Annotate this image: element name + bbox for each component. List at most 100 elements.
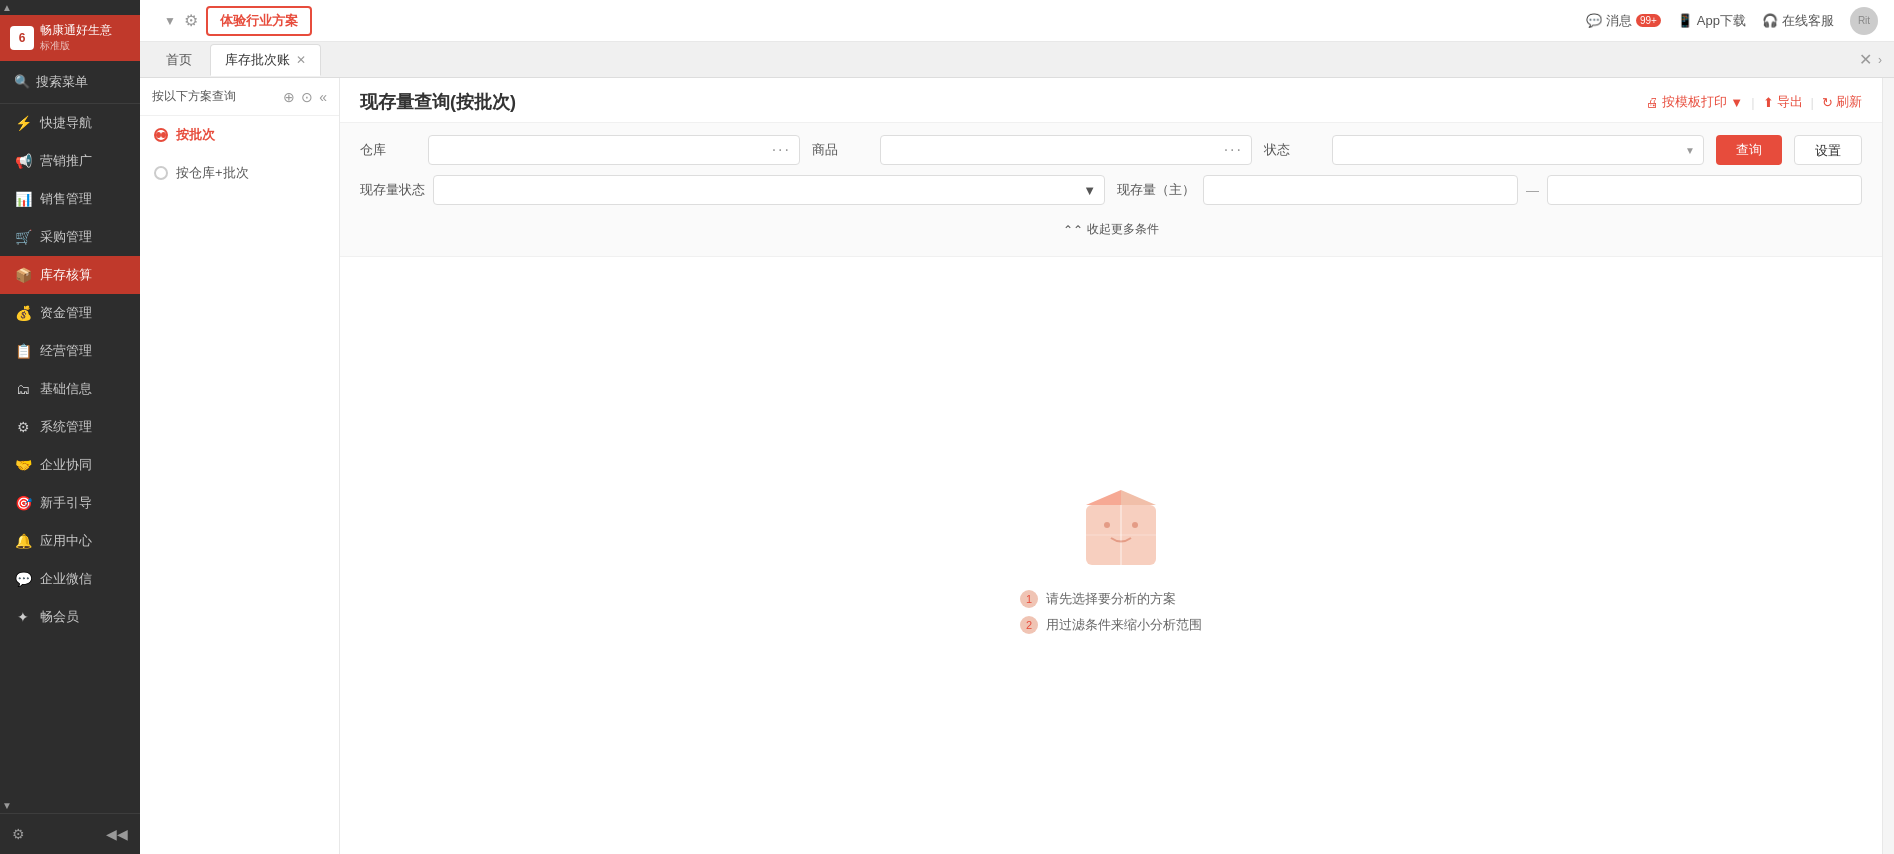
- sidebar-item-企业微信[interactable]: 💬企业微信: [0, 560, 140, 598]
- filter-collapse-button[interactable]: «: [319, 89, 327, 105]
- nav-label-12: 企业微信: [40, 570, 92, 588]
- app-name: 畅康通好生意: [40, 23, 112, 39]
- hint-number-1: 1: [1020, 590, 1038, 608]
- nav-icon-4: 📦: [14, 267, 32, 283]
- sidebar-item-企业协同[interactable]: 🤝 企业协同: [0, 446, 140, 484]
- sidebar-item-库存核算[interactable]: 📦库存核算: [0, 256, 140, 294]
- query-button[interactable]: 查询: [1716, 135, 1782, 165]
- search-menu-button[interactable]: 🔍 搜索菜单: [8, 69, 132, 95]
- sidebar-scroll-up[interactable]: ▲: [0, 0, 140, 15]
- add-filter-button[interactable]: ⊕: [283, 89, 295, 105]
- filter-panel: 按以下方案查询 ⊕ ⊙ « 按批次 按仓库+批次: [140, 78, 340, 854]
- inventory-qty-end[interactable]: [1547, 175, 1862, 205]
- form-row-2: 现存量状态 ▼ 现存量（主） —: [360, 175, 1862, 205]
- online-service-action[interactable]: 🎧 在线客服: [1762, 12, 1834, 30]
- nav-label-1: 营销推广: [40, 152, 92, 170]
- settings-action-button[interactable]: 设置: [1794, 135, 1862, 165]
- warehouse-field: 仓库 ···: [360, 135, 800, 165]
- refresh-icon: ↻: [1822, 95, 1833, 110]
- sidebar-search-section: 🔍 搜索菜单: [0, 61, 140, 104]
- close-panel-button[interactable]: ✕: [1859, 50, 1872, 69]
- goods-more-icon: ···: [1224, 141, 1243, 159]
- inventory-status-label: 现存量状态: [360, 181, 425, 199]
- filter-settings-button[interactable]: ⊙: [301, 89, 313, 105]
- topbar-gear-button[interactable]: ⚙: [184, 11, 198, 30]
- export-button[interactable]: ⬆ 导出: [1763, 93, 1803, 111]
- inventory-qty-start[interactable]: [1203, 175, 1518, 205]
- goods-label: 商品: [812, 141, 872, 159]
- goods-field: 商品 ···: [812, 135, 1252, 165]
- filter-panel-title: 按以下方案查询: [152, 88, 236, 105]
- tab-home[interactable]: 首页: [152, 45, 206, 75]
- sidebar-item-应用中心[interactable]: 🔔应用中心: [0, 522, 140, 560]
- nav-icon-2: 📊: [14, 191, 32, 207]
- warehouse-input[interactable]: ···: [428, 135, 800, 165]
- empty-svg: [1061, 470, 1181, 580]
- svg-point-6: [1132, 522, 1138, 528]
- svg-marker-1: [1086, 490, 1121, 505]
- print-dropdown-icon: ▼: [1730, 95, 1743, 110]
- filter-item-0[interactable]: 按批次: [140, 116, 339, 154]
- title-actions: 🖨 按模板打印 ▼ | ⬆ 导出 | ↻ 刷新: [1646, 93, 1862, 111]
- sidebar-item-基础信息[interactable]: 🗂基础信息: [0, 370, 140, 408]
- filter-item-1[interactable]: 按仓库+批次: [140, 154, 339, 192]
- divider-2: |: [1811, 95, 1814, 110]
- sidebar-scroll-down[interactable]: ▼: [0, 798, 140, 813]
- goods-input[interactable]: ···: [880, 135, 1252, 165]
- filter-item-label-1: 按仓库+批次: [176, 164, 249, 182]
- nav-label-13: 畅会员: [40, 608, 79, 626]
- sidebar-item-畅会员[interactable]: ✦畅会员: [0, 598, 140, 636]
- nav-label-2: 销售管理: [40, 190, 92, 208]
- topbar-left: ▼ ⚙ 体验行业方案: [156, 6, 1576, 36]
- sidebar-settings-button[interactable]: ⚙: [8, 822, 29, 846]
- inventory-status-field: 现存量状态 ▼: [360, 175, 1105, 205]
- main-content: 现存量查询(按批次) 🖨 按模板打印 ▼ | ⬆ 导出 | ↻: [340, 78, 1882, 854]
- sidebar-item-销售管理[interactable]: 📊 销售管理: [0, 180, 140, 218]
- messages-action[interactable]: 💬 消息 99+: [1586, 12, 1661, 30]
- topbar-dropdown-button[interactable]: ▼: [164, 14, 176, 28]
- svg-point-5: [1104, 522, 1110, 528]
- nav-icon-7: 🗂: [14, 381, 32, 397]
- user-avatar-action[interactable]: Rit: [1850, 7, 1878, 35]
- hint-text-2: 用过滤条件来缩小分析范围: [1046, 616, 1202, 634]
- right-scrollbar-panel: [1882, 78, 1894, 854]
- sidebar-item-资金管理[interactable]: 💰资金管理: [0, 294, 140, 332]
- warehouse-label: 仓库: [360, 141, 420, 159]
- collapse-more-button[interactable]: ⌃⌃ 收起更多条件: [360, 215, 1862, 244]
- content-area: 按以下方案查询 ⊕ ⊙ « 按批次 按仓库+批次 现存量查询(按批次): [140, 78, 1894, 854]
- radio-icon-1: [154, 166, 168, 180]
- sidebar-item-营销推广[interactable]: 📢营销推广: [0, 142, 140, 180]
- inventory-status-select[interactable]: ▼: [433, 175, 1105, 205]
- inventory-status-dropdown-icon: ▼: [1083, 183, 1096, 198]
- sidebar-item-经营管理[interactable]: 📋经营管理: [0, 332, 140, 370]
- printer-icon: 🖨: [1646, 95, 1659, 110]
- status-dropdown-icon: ▼: [1685, 145, 1695, 156]
- nav-icon-9: 🤝: [14, 457, 32, 473]
- sidebar-collapse-button[interactable]: ◀◀: [102, 822, 132, 846]
- search-menu-label: 搜索菜单: [36, 73, 88, 91]
- refresh-button[interactable]: ↻ 刷新: [1822, 93, 1862, 111]
- status-field: 状态 ▼: [1264, 135, 1704, 165]
- phone-icon: 📱: [1677, 13, 1693, 28]
- filter-panel-header: 按以下方案查询 ⊕ ⊙ «: [140, 78, 339, 116]
- nav-label-0: 快捷导航: [40, 114, 92, 132]
- sidebar-item-快捷导航[interactable]: ⚡快捷导航: [0, 104, 140, 142]
- collapse-chevron-icon: ⌃⌃: [1063, 223, 1083, 237]
- nav-label-9: 企业协同: [40, 456, 92, 474]
- messages-badge: 99+: [1636, 14, 1661, 27]
- experience-button[interactable]: 体验行业方案: [206, 6, 312, 36]
- print-button[interactable]: 🖨 按模板打印 ▼: [1646, 93, 1743, 111]
- close-tab-button[interactable]: ✕: [296, 54, 306, 66]
- tab-batch-account[interactable]: 库存批次账 ✕: [210, 44, 321, 76]
- hint-number-2: 2: [1020, 616, 1038, 634]
- main-area: ▼ ⚙ 体验行业方案 💬 消息 99+ 📱 App下载 🎧 在线客服 Rit: [140, 0, 1894, 854]
- nav-label-11: 应用中心: [40, 532, 92, 550]
- status-input[interactable]: ▼: [1332, 135, 1704, 165]
- app-download-action[interactable]: 📱 App下载: [1677, 12, 1746, 30]
- sidebar-item-新手引导[interactable]: 🎯新手引导: [0, 484, 140, 522]
- filter-items-list: 按批次 按仓库+批次: [140, 116, 339, 192]
- export-icon: ⬆: [1763, 95, 1774, 110]
- sidebar-item-系统管理[interactable]: ⚙系统管理: [0, 408, 140, 446]
- nav-label-8: 系统管理: [40, 418, 92, 436]
- sidebar-item-采购管理[interactable]: 🛒采购管理: [0, 218, 140, 256]
